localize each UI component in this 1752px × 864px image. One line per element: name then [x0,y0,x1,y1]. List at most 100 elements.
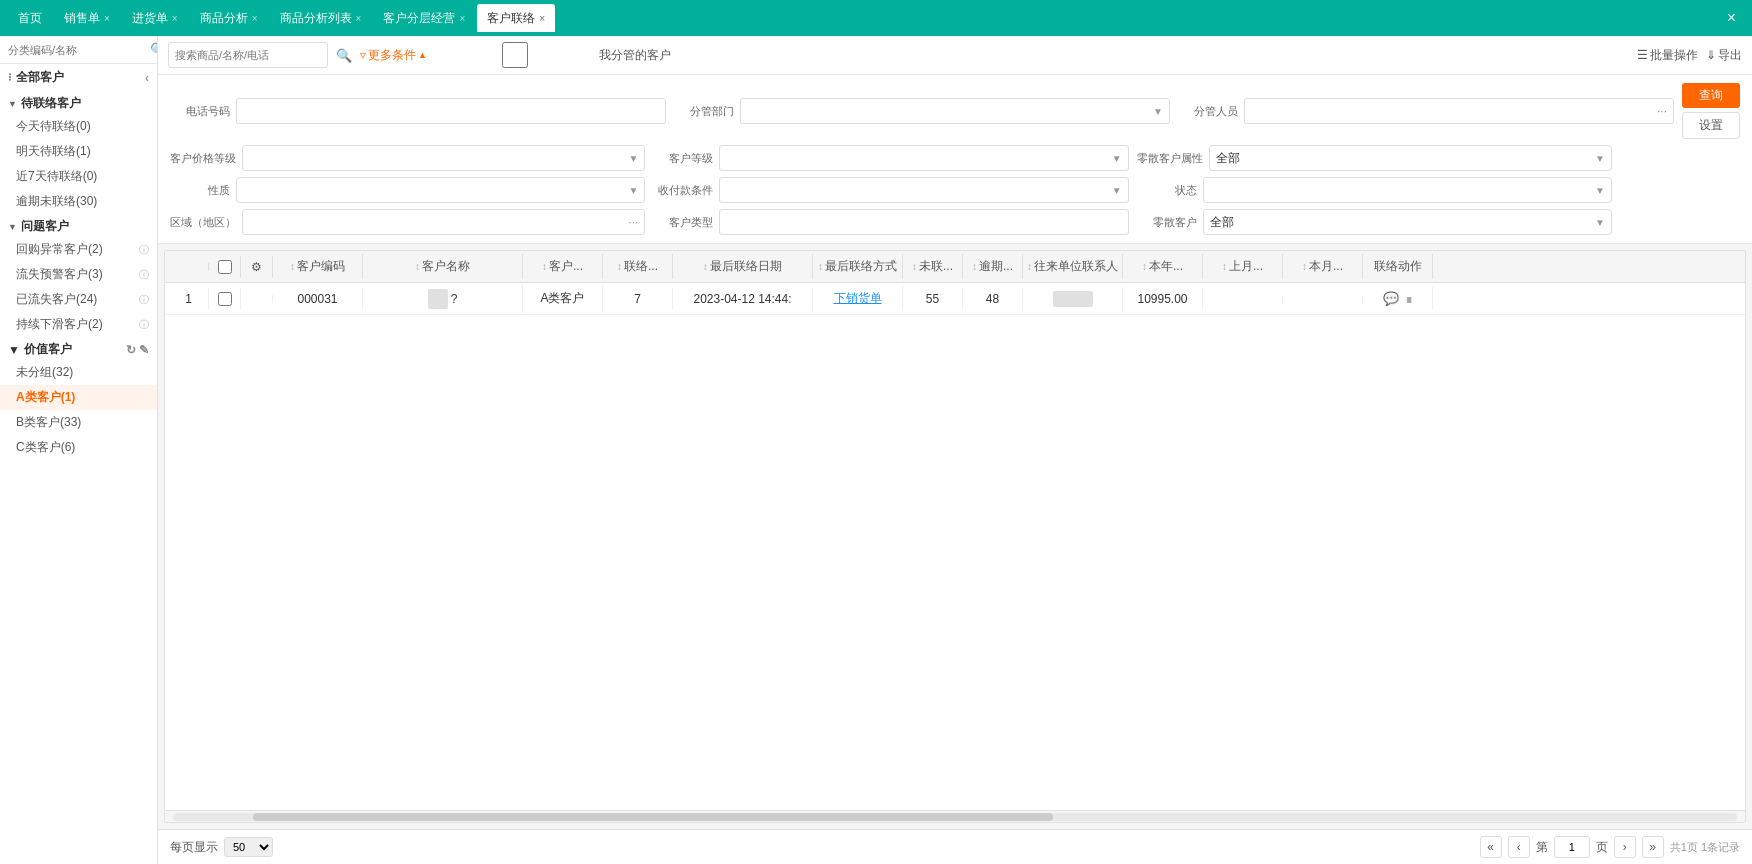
edit-icon[interactable]: ✎ [139,343,149,357]
payment-arrow: ▼ [1112,185,1122,196]
overdue-label: 逾期未联络(30) [16,193,97,210]
sidebar-item-7day-pending[interactable]: 近7天待联络(0) [0,164,157,189]
sort-icon-code[interactable]: ↕ [290,261,295,272]
sort-icon-thismonth[interactable]: ↕ [1302,261,1307,272]
customer-level-select[interactable]: ▼ [719,145,1128,171]
message-action-icon[interactable]: 💬 [1383,291,1399,306]
window-close-button[interactable]: × [1719,9,1744,27]
th-gear[interactable]: ⚙ [241,256,273,278]
name-box-1: ? [428,289,458,309]
sort-icon-name[interactable]: ↕ [415,261,420,272]
payment-select[interactable]: ▼ [719,177,1128,203]
status-arrow: ▼ [1595,185,1605,196]
tab-customer-tier-label: 客户分层经营 [383,10,455,27]
customer-type-label: 客户类型 [653,215,713,230]
info-icon-0[interactable]: ⓘ [139,243,149,257]
sort-icon-lastmonth[interactable]: ↕ [1222,261,1227,272]
sort-icon-ctype[interactable]: ↕ [542,261,547,272]
batch-op-button[interactable]: ☰ 批量操作 [1637,47,1698,64]
last-page-button[interactable]: » [1642,836,1664,858]
customer-level-arrow: ▼ [1112,153,1122,164]
sort-icon-lastdate[interactable]: ↕ [703,261,708,272]
page-label: 第 [1536,839,1548,856]
row-lastway-1[interactable]: 下销货单 [834,290,882,307]
filter-search-input[interactable] [168,42,328,68]
close-purchase-icon[interactable]: × [172,13,178,24]
sidebar-search-input[interactable] [8,44,146,56]
scrollbar-thumb[interactable] [253,813,1053,821]
phone-label: 电话号码 [170,104,230,119]
dept-label: 分管部门 [674,104,734,119]
td-check-1[interactable] [209,288,241,310]
export-button[interactable]: ⇓ 导出 [1706,47,1742,64]
filter-more-button[interactable]: ▿ 更多条件 ▲ [360,47,427,64]
table-header: ⚙ ↕ 客户编码 ↕ 客户名称 ↕ 客户... ↕ 联络... [165,251,1745,283]
nature-select[interactable]: ▼ [236,177,645,203]
sidebar-item-a-class[interactable]: A类客户(1) [0,385,157,410]
settings-button[interactable]: 设置 [1682,112,1740,139]
sidebar-search-icon[interactable]: 🔍 [150,42,158,57]
tab-sales[interactable]: 销售单 × [54,4,120,32]
retail-attr-select[interactable]: 全部 ▼ [1209,145,1612,171]
select-all-checkbox[interactable] [218,260,232,274]
sort-icon-unit[interactable]: ↕ [1027,261,1032,272]
horizontal-scrollbar[interactable] [165,810,1745,822]
sidebar-item-b-class[interactable]: B类客户(33) [0,410,157,435]
collapse-icon[interactable]: ‹ [145,71,149,85]
tab-home[interactable]: 首页 [8,4,52,32]
first-page-button[interactable]: « [1480,836,1502,858]
phone-input[interactable] [236,98,666,124]
row-ctype-1: A类客户 [540,290,584,307]
sidebar-item-ungroup[interactable]: 未分组(32) [0,360,157,385]
info-icon-1[interactable]: ⓘ [139,268,149,282]
tab-purchase[interactable]: 进货单 × [122,4,188,32]
th-lastway: ↕ 最后联络方式 [813,254,903,279]
close-goods-analysis-icon[interactable]: × [252,13,258,24]
close-sales-icon[interactable]: × [104,13,110,24]
tab-goods-analysis-list-label: 商品分析列表 [280,10,352,27]
sidebar-item-today-pending[interactable]: 今天待联络(0) [0,114,157,139]
sort-icon-contact[interactable]: ↕ [617,261,622,272]
next-page-button[interactable]: › [1614,836,1636,858]
scrollbar-track [173,813,1737,821]
qr-action-icon[interactable]: ∎ [1405,291,1413,306]
dept-select[interactable]: ▼ [740,98,1170,124]
prev-page-button[interactable]: ‹ [1508,836,1530,858]
refresh-icon[interactable]: ↻ [126,343,136,357]
all-customers-header[interactable]: ⁝ 全部客户 ‹ [0,64,157,91]
tab-goods-analysis[interactable]: 商品分析 × [190,4,268,32]
sort-icon-uncontact[interactable]: ↕ [912,261,917,272]
status-select[interactable]: ▼ [1203,177,1612,203]
info-icon-2[interactable]: ⓘ [139,293,149,307]
sidebar-item-overdue[interactable]: 逾期未联络(30) [0,189,157,214]
my-customers-checkbox[interactable] [435,42,595,68]
sort-icon-lastway[interactable]: ↕ [818,261,823,272]
tab-customer-contact[interactable]: 客户联络 × [477,4,555,32]
retail-customer-select[interactable]: 全部 ▼ [1203,209,1612,235]
row-checkbox-1[interactable] [218,292,232,306]
info-icon-3[interactable]: ⓘ [139,318,149,332]
sidebar-item-churned[interactable]: 已流失客户(24) ⓘ [0,287,157,312]
tab-customer-tier[interactable]: 客户分层经营 × [373,4,475,32]
sidebar-item-churn-warning[interactable]: 流失预警客户(3) ⓘ [0,262,157,287]
close-customer-tier-icon[interactable]: × [459,13,465,24]
area-select[interactable]: ··· [242,209,645,235]
search-button[interactable]: 查询 [1682,83,1740,108]
sort-icon-year[interactable]: ↕ [1142,261,1147,272]
price-level-select[interactable]: ▼ [242,145,645,171]
person-select[interactable]: ··· [1244,98,1674,124]
filter-search-icon[interactable]: 🔍 [336,48,352,63]
sidebar-item-tomorrow-pending[interactable]: 明天待联络(1) [0,139,157,164]
sidebar-item-c-class[interactable]: C类客户(6) [0,435,157,460]
page-number-input[interactable] [1554,836,1590,858]
my-customers-filter[interactable]: 我分管的客户 [435,42,671,68]
sidebar-item-repurchase-abnormal[interactable]: 回购异常客户(2) ⓘ [0,237,157,262]
sort-icon-overdue[interactable]: ↕ [972,261,977,272]
tab-goods-analysis-list[interactable]: 商品分析列表 × [270,4,372,32]
more-conditions-label: 更多条件 [368,47,416,64]
close-customer-contact-icon[interactable]: × [539,13,545,24]
page-size-select[interactable]: 10 20 50 100 [224,837,273,857]
close-goods-analysis-list-icon[interactable]: × [356,13,362,24]
customer-type-select[interactable] [719,209,1128,235]
sidebar-item-declining[interactable]: 持续下滑客户(2) ⓘ [0,312,157,337]
